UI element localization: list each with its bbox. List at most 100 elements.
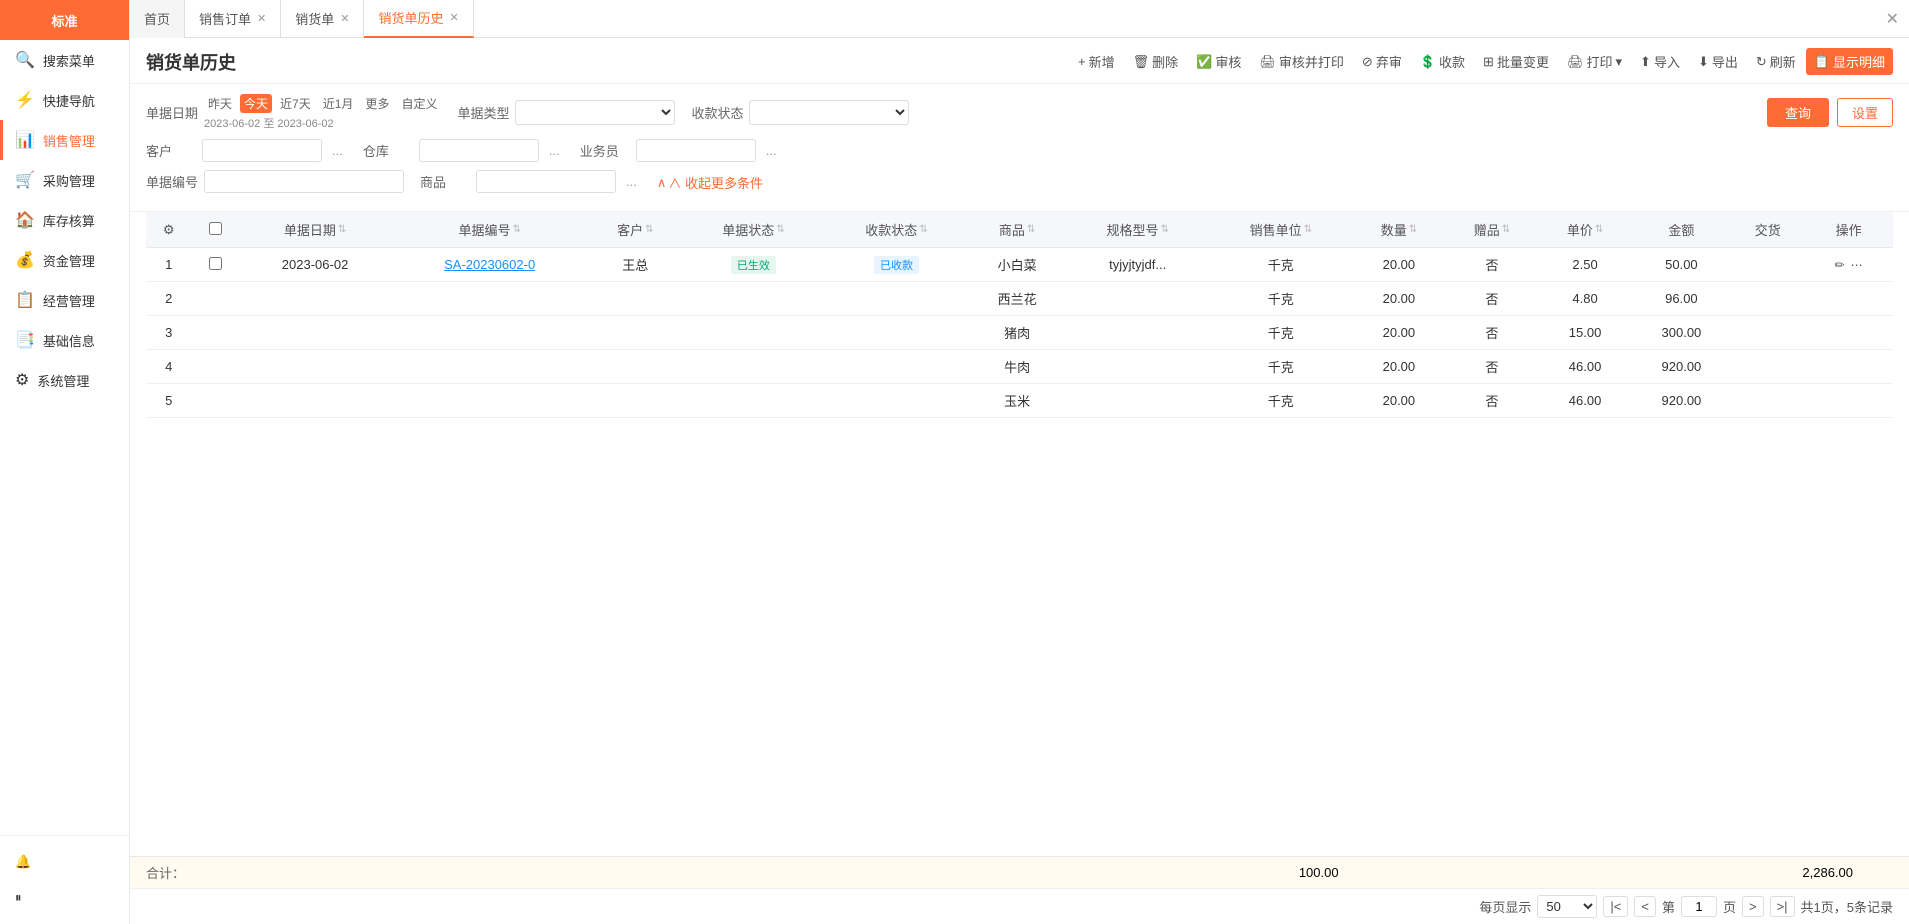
page-content: 销货单历史 + 新增 🗑 删除 ✅ 审核 🖨 审核并打印 (130, 38, 1909, 924)
show-detail-button[interactable]: 📋 显示明细 (1806, 48, 1893, 75)
edit-button[interactable]: ✏ (1832, 257, 1848, 273)
tab-sales-delivery[interactable]: 销货单 ✕ (281, 0, 364, 38)
row-unit: 千克 (1209, 248, 1352, 282)
sort-icon: ⇅ (1027, 224, 1035, 235)
sidebar-notification[interactable]: 🔔 (0, 844, 129, 880)
abandon-button[interactable]: ⊘ 弃审 (1354, 48, 1410, 75)
row-customer: 王总 (589, 248, 682, 282)
sidebar-item-operation[interactable]: 📋 经营管理 (0, 280, 129, 320)
col-delivery: 交货 (1731, 212, 1804, 248)
refresh-button[interactable]: ↻ 刷新 (1748, 48, 1804, 75)
row-customer (589, 282, 682, 316)
filter-sales-rep: 业务员 ... (580, 139, 781, 162)
row-delivery (1731, 316, 1804, 350)
row-checkbox[interactable] (191, 248, 239, 282)
row-checkbox[interactable] (191, 350, 239, 384)
setting-button[interactable]: 设置 (1837, 98, 1893, 127)
sort-icon: ⇅ (1502, 224, 1510, 235)
tab-sales-history[interactable]: 销货单历史 ✕ (364, 0, 473, 38)
goods-input[interactable] (476, 170, 616, 193)
sidebar-pause[interactable]: ⏸ (0, 880, 129, 916)
sales-rep-input[interactable] (636, 139, 756, 162)
shortcut-custom[interactable]: 自定义 (397, 94, 441, 113)
row-doc-status: 已生效 (682, 248, 825, 282)
customer-pick-button[interactable]: ... (328, 143, 347, 158)
row-qty: 20.00 (1352, 384, 1445, 418)
row-checkbox[interactable] (191, 384, 239, 418)
row-amount: 300.00 (1632, 316, 1732, 350)
sort-icon: ⇅ (1595, 224, 1603, 235)
select-all-checkbox[interactable] (209, 222, 222, 235)
shortcut-today[interactable]: 今天 (240, 94, 272, 113)
detail-icon: 📋 (1814, 54, 1830, 70)
next-page-button[interactable]: > (1742, 896, 1764, 917)
sidebar-item-basic-info[interactable]: 📑 基础信息 (0, 320, 129, 360)
col-doc-no: 单据编号⇅ (391, 212, 589, 248)
delete-button[interactable]: 🗑 删除 (1125, 48, 1187, 75)
quick-nav-icon: ⚡ (15, 90, 35, 110)
total-label: 合计： (146, 863, 185, 882)
close-icon[interactable]: ✕ (450, 11, 459, 24)
close-all-button[interactable]: ✕ (1876, 9, 1909, 29)
warehouse-input[interactable] (419, 139, 539, 162)
last-page-button[interactable]: >| (1770, 896, 1795, 917)
row-gift: 否 (1445, 350, 1538, 384)
row-doc-no: SA-20230602-0 (391, 248, 589, 282)
sidebar-item-finance[interactable]: 💰 资金管理 (0, 240, 129, 280)
sales-rep-pick-button[interactable]: ... (762, 143, 781, 158)
shortcut-1month[interactable]: 近1月 (319, 94, 358, 113)
warehouse-pick-button[interactable]: ... (545, 143, 564, 158)
collect-button[interactable]: 💲 收款 (1412, 48, 1473, 75)
table-wrap: ⚙ 单据日期⇅ 单据编号⇅ 客户⇅ 单据状态⇅ 收款状态⇅ 商品⇅ 规格型号⇅ … (130, 212, 1909, 856)
doc-no-link[interactable]: SA-20230602-0 (444, 257, 535, 272)
shortcut-yesterday[interactable]: 昨天 (204, 94, 236, 113)
audit-print-button[interactable]: 🖨 审核并打印 (1251, 48, 1352, 75)
import-button[interactable]: ⬆ 导入 (1632, 48, 1688, 75)
doc-type-select[interactable] (515, 100, 675, 125)
sidebar-item-system-mgmt[interactable]: ⚙ 系统管理 (0, 360, 129, 400)
sidebar-item-label: 快捷导航 (43, 91, 95, 110)
shortcut-7days[interactable]: 近7天 (276, 94, 315, 113)
collapse-conditions-button[interactable]: ∧ ∧ 收起更多条件 (657, 173, 763, 192)
close-icon[interactable]: ✕ (257, 12, 266, 25)
doc-no-input[interactable] (204, 170, 404, 193)
sidebar-item-label: 销售管理 (43, 131, 95, 150)
more-button[interactable]: ⋯ (1848, 257, 1866, 273)
sidebar-item-search-menu[interactable]: 🔍 搜索菜单 (0, 40, 129, 80)
customer-input[interactable] (202, 139, 322, 162)
row-checkbox[interactable] (191, 316, 239, 350)
batch-change-button[interactable]: ⊞ 批量变更 (1475, 48, 1557, 75)
sidebar-item-inventory[interactable]: 🏠 库存核算 (0, 200, 129, 240)
shortcut-more[interactable]: 更多 (361, 94, 393, 113)
prev-page-button[interactable]: < (1634, 896, 1656, 917)
query-button[interactable]: 查询 (1767, 98, 1829, 127)
print-button[interactable]: 🖨 打印 ▾ (1559, 48, 1630, 75)
row-pay-status (825, 350, 968, 384)
close-icon[interactable]: ✕ (340, 12, 349, 25)
per-page-select[interactable]: 50 20 100 (1537, 895, 1597, 918)
goods-pick-button[interactable]: ... (622, 174, 641, 189)
col-doc-date: 单据日期⇅ (240, 212, 391, 248)
pay-status-badge: 已收款 (874, 256, 919, 274)
col-checkbox[interactable] (191, 212, 239, 248)
col-customer: 客户⇅ (589, 212, 682, 248)
export-button[interactable]: ⬇ 导出 (1690, 48, 1746, 75)
page-title: 销货单历史 (146, 49, 236, 75)
page-number-input[interactable] (1681, 896, 1717, 917)
row-customer (589, 350, 682, 384)
sidebar-item-purchase-mgmt[interactable]: 🛒 采购管理 (0, 160, 129, 200)
sidebar-item-sales-mgmt[interactable]: 📊 销售管理 (0, 120, 129, 160)
new-button[interactable]: + 新增 (1070, 48, 1123, 75)
sort-icon: ⇅ (512, 224, 520, 235)
row-pay-status (825, 384, 968, 418)
sidebar-item-quick-nav[interactable]: ⚡ 快捷导航 (0, 80, 129, 120)
row-checkbox[interactable] (191, 282, 239, 316)
row-delivery (1731, 282, 1804, 316)
col-settings[interactable]: ⚙ (146, 212, 191, 248)
first-page-button[interactable]: |< (1603, 896, 1628, 917)
collect-status-select[interactable] (749, 100, 909, 125)
tab-sales-order[interactable]: 销售订单 ✕ (185, 0, 281, 38)
sidebar-item-label: 资金管理 (43, 251, 95, 270)
audit-button[interactable]: ✅ 审核 (1188, 48, 1249, 75)
tab-home[interactable]: 首页 (130, 0, 185, 38)
